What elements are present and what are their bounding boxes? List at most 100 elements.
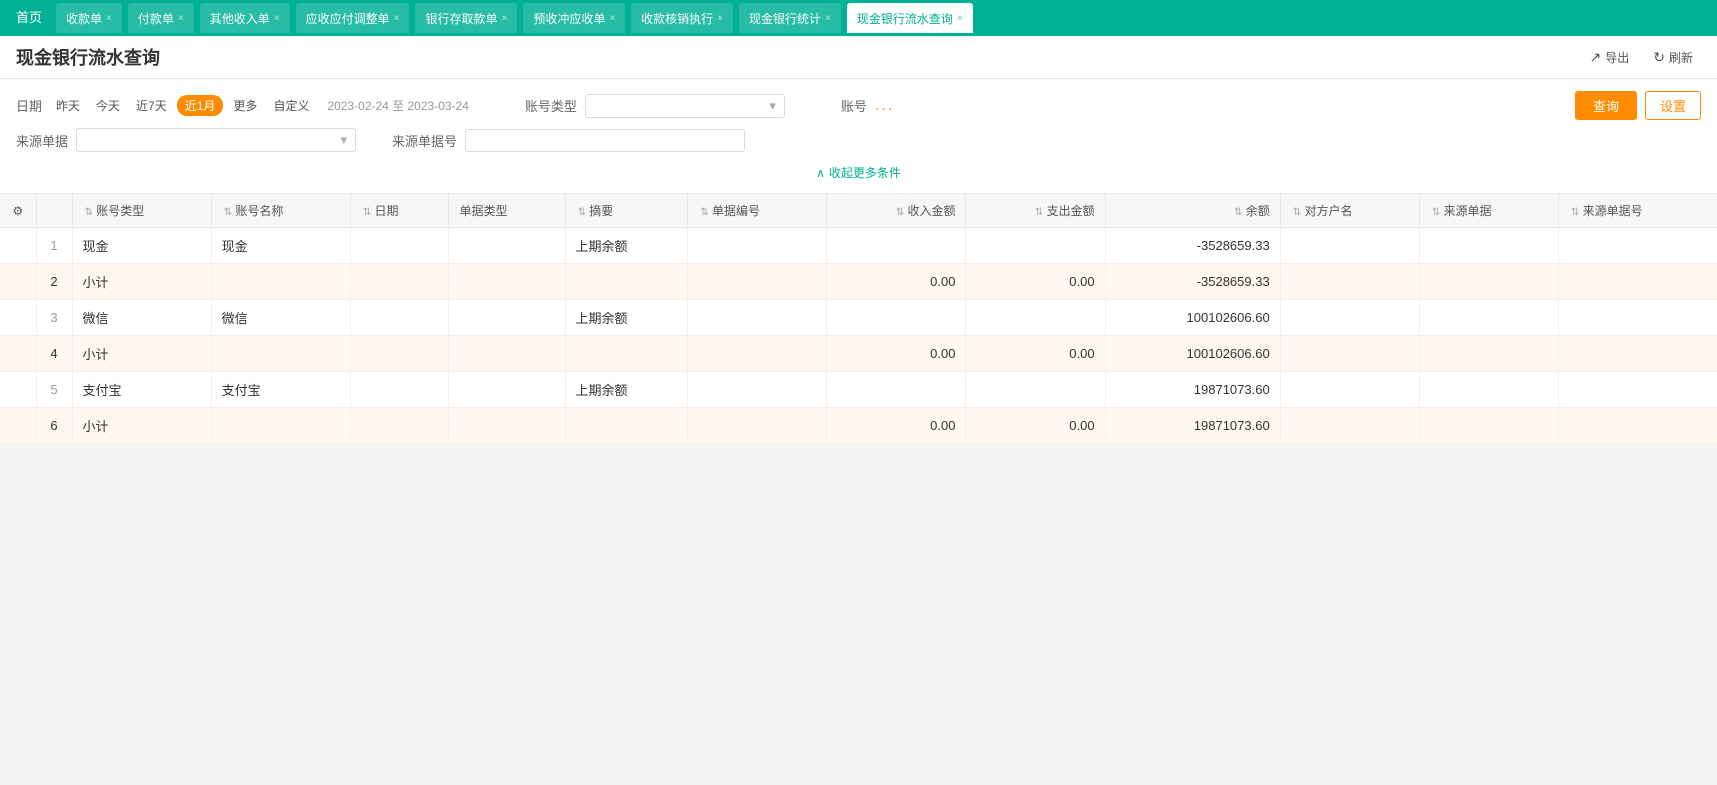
cell-expense: 0.00 [966, 264, 1105, 300]
cell-expense [966, 372, 1105, 408]
date-shortcut-近1月[interactable]: 近1月 [177, 95, 224, 116]
col-doc-type[interactable]: 单据类型 [449, 194, 565, 228]
date-shortcut-更多[interactable]: 更多 [227, 95, 263, 116]
cell-account-type: 小计 [72, 408, 211, 444]
export-button[interactable]: ↗ 导出 [1582, 45, 1638, 70]
source-doc-label: 来源单据 [16, 131, 68, 150]
cell-account-type: 现金 [72, 228, 211, 264]
cell-source-doc-no [1558, 336, 1717, 372]
col-account-name[interactable]: ⇅ 账号名称 [211, 194, 350, 228]
account-dots-button[interactable]: ... [875, 97, 894, 115]
cell-doc-type [449, 408, 565, 444]
close-icon[interactable]: × [825, 13, 831, 24]
sort-icon-4: ⇅ [578, 207, 586, 218]
col-counterpart[interactable]: ⇅ 对方户名 [1280, 194, 1419, 228]
account-type-label: 账号类型 [525, 96, 577, 115]
cell-balance: 100102606.60 [1105, 300, 1280, 336]
table-row: 2 小计 0.00 0.00 -3528659.33 [0, 264, 1717, 300]
nav-tab-预收冲应收单[interactable]: 预收冲应收单× [523, 3, 625, 33]
source-doc-no-label: 来源单据号 [392, 131, 457, 150]
close-icon[interactable]: × [274, 13, 280, 24]
col-doc-no[interactable]: ⇅ 单据编号 [688, 194, 827, 228]
nav-tab-应收应付调整单[interactable]: 应收应付调整单× [296, 3, 410, 33]
close-icon[interactable]: × [957, 13, 963, 24]
close-icon[interactable]: × [106, 13, 112, 24]
cell-balance: -3528659.33 [1105, 228, 1280, 264]
cell-source-doc-no [1558, 300, 1717, 336]
sort-icon-3: ⇅ [363, 207, 371, 218]
table-row: 1 现金 现金 上期余额 -3528659.33 [0, 228, 1717, 264]
nav-tab-其他收入单[interactable]: 其他收入单× [200, 3, 290, 33]
col-gear[interactable]: ⚙ [0, 194, 36, 228]
cell-date [350, 300, 449, 336]
source-doc-filter-group: 来源单据 ▾ [16, 128, 356, 152]
data-table: ⚙ ⇅ 账号类型 ⇅ 账号名称 ⇅ 日期 单据类型 ⇅ 摘要 ⇅ 单据编号 ⇅ … [0, 194, 1717, 444]
account-type-select[interactable]: ▾ [585, 94, 785, 118]
cell-summary [565, 336, 688, 372]
col-expense[interactable]: ⇅ 支出金额 [966, 194, 1105, 228]
nav-tab-现金银行统计[interactable]: 现金银行统计 × [739, 3, 841, 33]
cell-counterpart [1280, 336, 1419, 372]
table-container: ⚙ ⇅ 账号类型 ⇅ 账号名称 ⇅ 日期 单据类型 ⇅ 摘要 ⇅ 单据编号 ⇅ … [0, 194, 1717, 444]
setting-button[interactable]: 设置 [1645, 91, 1701, 120]
refresh-button[interactable]: ↻ 刷新 [1645, 45, 1701, 70]
cell-doc-type [449, 336, 565, 372]
close-icon[interactable]: × [609, 13, 615, 24]
cell-gear [0, 228, 36, 264]
col-date[interactable]: ⇅ 日期 [350, 194, 449, 228]
date-shortcut-昨天[interactable]: 昨天 [50, 95, 86, 116]
nav-tab-银行存取款单[interactable]: 银行存取款单× [415, 3, 517, 33]
nav-tab-现金银行流水查询[interactable]: 现金银行流水查询× [847, 3, 973, 33]
tab-label: 收款核销执行 [641, 10, 713, 27]
col-source-doc-no[interactable]: ⇅ 来源单据号 [1558, 194, 1717, 228]
tab-label: 付款单 [138, 10, 174, 27]
cell-income: 0.00 [827, 264, 966, 300]
cell-num: 3 [36, 300, 72, 336]
cell-source-doc-no [1558, 372, 1717, 408]
cell-summary [565, 408, 688, 444]
search-button[interactable]: 查询 [1575, 91, 1637, 120]
date-range: 2023-02-24 至 2023-03-24 [327, 97, 468, 114]
source-doc-select[interactable]: ▾ [76, 128, 356, 152]
col-source-doc[interactable]: ⇅ 来源单据 [1419, 194, 1558, 228]
collapse-label: 收起更多条件 [829, 164, 901, 181]
date-shortcut-自定义[interactable]: 自定义 [267, 95, 315, 116]
filter-row-1: 日期 昨天今天近7天近1月更多自定义 2023-02-24 至 2023-03-… [16, 91, 1701, 120]
close-icon[interactable]: × [717, 13, 723, 24]
nav-tab-收款核销执行[interactable]: 收款核销执行 × [631, 3, 733, 33]
cell-source-doc-no [1558, 264, 1717, 300]
cell-gear [0, 408, 36, 444]
cell-date [350, 264, 449, 300]
nav-tab-收款单[interactable]: 收款单× [56, 3, 122, 33]
table-row: 3 微信 微信 上期余额 100102606.60 [0, 300, 1717, 336]
date-label: 日期 [16, 96, 42, 115]
close-icon[interactable]: × [501, 13, 507, 24]
collapse-bar[interactable]: ∧ 收起更多条件 [16, 160, 1701, 181]
tab-label: 现金银行统计 [749, 10, 821, 27]
date-shortcut-今天[interactable]: 今天 [90, 95, 126, 116]
gear-icon[interactable]: ⚙ [12, 204, 23, 218]
close-icon[interactable]: × [394, 13, 400, 24]
col-summary[interactable]: ⇅ 摘要 [565, 194, 688, 228]
cell-account-name: 现金 [211, 228, 350, 264]
close-icon[interactable]: × [178, 13, 184, 24]
cell-income: 0.00 [827, 336, 966, 372]
cell-account-type: 小计 [72, 264, 211, 300]
cell-date [350, 336, 449, 372]
col-account-type[interactable]: ⇅ 账号类型 [72, 194, 211, 228]
cell-gear [0, 336, 36, 372]
cell-income: 0.00 [827, 408, 966, 444]
sort-icon-9: ⇅ [1293, 207, 1301, 218]
cell-summary [565, 264, 688, 300]
nav-home[interactable]: 首页 [4, 0, 54, 36]
cell-expense [966, 228, 1105, 264]
nav-tab-付款单[interactable]: 付款单 × [128, 3, 194, 33]
col-balance[interactable]: ⇅ 余额 [1105, 194, 1280, 228]
cell-doc-no [688, 408, 827, 444]
sort-icon-8: ⇅ [1234, 207, 1242, 218]
col-income[interactable]: ⇅ 收入金额 [827, 194, 966, 228]
sort-icon-11: ⇅ [1571, 207, 1579, 218]
date-shortcut-近7天[interactable]: 近7天 [130, 95, 173, 116]
source-doc-no-input[interactable] [465, 129, 745, 152]
cell-date [350, 372, 449, 408]
